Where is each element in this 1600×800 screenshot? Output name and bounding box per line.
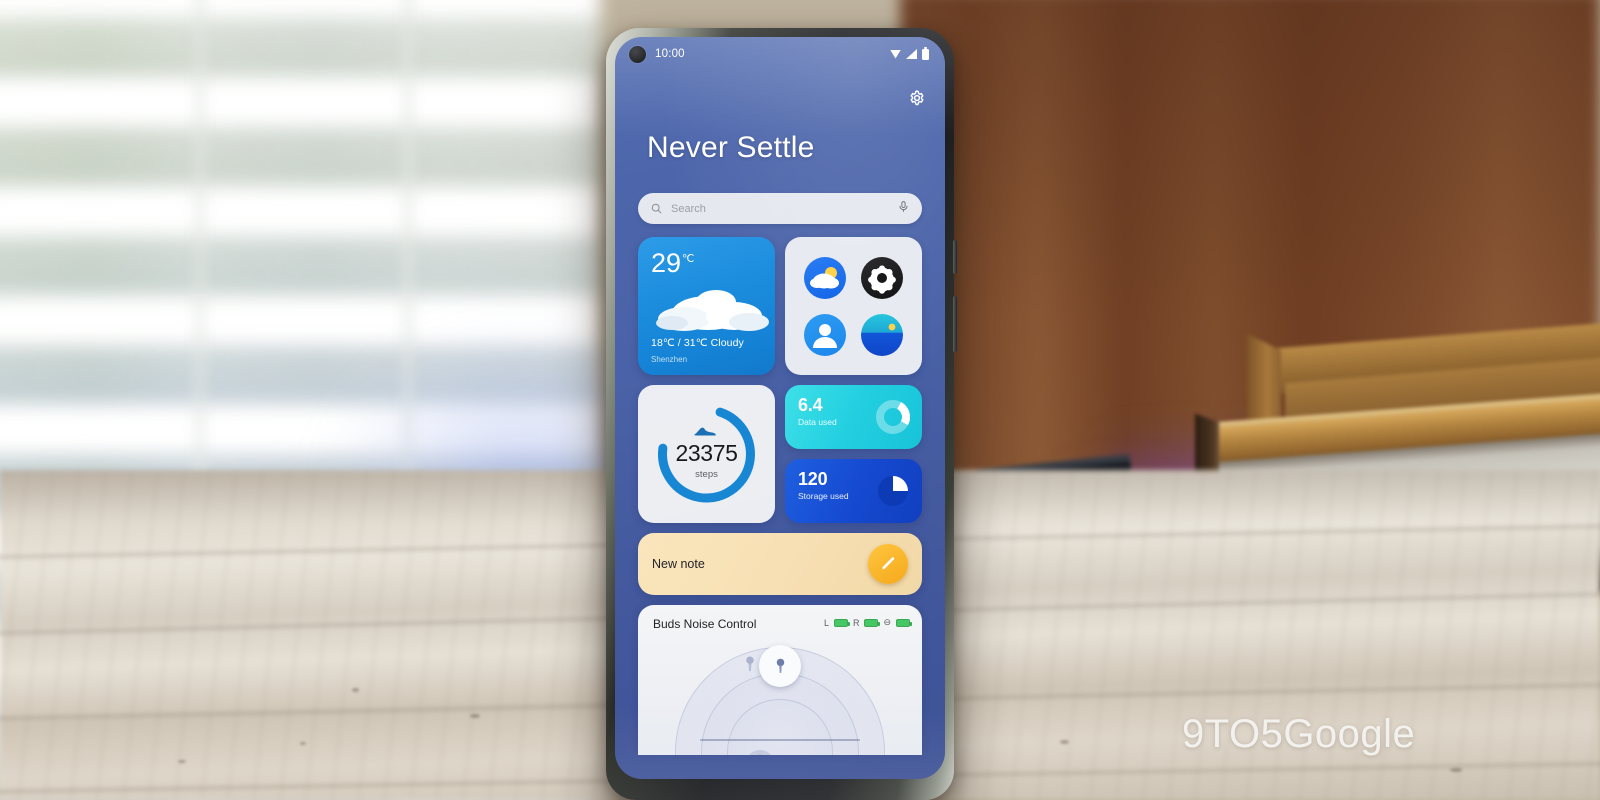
dial-selector-knob[interactable] (759, 645, 801, 687)
steps-count: 23375 (675, 440, 738, 466)
status-clock: 10:00 (655, 48, 685, 60)
buds-left-label: L (823, 617, 829, 628)
settings-app-icon[interactable] (860, 256, 903, 299)
contacts-app-icon[interactable] (804, 313, 847, 356)
widget-row-4: Buds Noise Control L R ⊖ (638, 605, 922, 755)
power-button[interactable] (953, 240, 957, 274)
widget-grid: 29℃ 18℃ / 31℃ Cloudy Shenzhen 23375 step… (638, 237, 922, 765)
table-speck (178, 760, 186, 763)
app-shortcuts-widget (785, 237, 922, 375)
cloud-icon (656, 290, 769, 331)
donut-chart (876, 400, 910, 434)
volume-button[interactable] (953, 296, 957, 352)
steps-label: steps (695, 469, 718, 480)
earbud-glyph-icon (776, 658, 784, 673)
site-watermark: 9TO5Google (1182, 712, 1416, 756)
status-bar: 10:00 (615, 37, 945, 71)
battery-icon (922, 46, 929, 60)
weather-city: Shenzhen (651, 355, 688, 364)
battery-pill-icon (896, 618, 912, 627)
usage-widget-column: 6.4 Data used 120 Storage used (785, 385, 922, 523)
shoe-icon (693, 427, 716, 436)
battery-pill-icon (833, 618, 850, 627)
table-speck (1060, 740, 1069, 744)
widget-row-2: 23375 steps 6.4 Data used 120 Storage us… (638, 385, 922, 523)
search-icon (651, 203, 662, 214)
gallery-app-icon[interactable] (860, 313, 903, 356)
weather-widget[interactable]: 29℃ 18℃ / 31℃ Cloudy Shenzhen (638, 237, 775, 375)
earbuds-image (749, 750, 771, 755)
phone-screen[interactable]: 10:00 Never Settle Search 29℃ 18℃ / 31℃ … (615, 37, 945, 779)
table-speck (470, 714, 480, 718)
table-speck (300, 742, 306, 745)
data-used-widget[interactable]: 6.4 Data used (785, 385, 922, 449)
gear-icon[interactable] (907, 88, 927, 108)
page-title: Never Settle (647, 131, 815, 164)
pencil-icon[interactable] (868, 544, 908, 584)
widget-row-3: New note (638, 533, 922, 595)
storage-used-widget[interactable]: 120 Storage used (785, 459, 922, 523)
microphone-icon[interactable] (897, 200, 910, 218)
table-speck (1450, 768, 1462, 772)
weather-app-icon[interactable] (804, 256, 847, 299)
widget-row-1: 29℃ 18℃ / 31℃ Cloudy Shenzhen (638, 237, 922, 375)
buds-case-label: ⊖ (883, 617, 891, 627)
new-note-widget[interactable]: New note (638, 533, 922, 595)
weather-temperature: 29℃ (651, 250, 694, 277)
buds-widget-title: Buds Noise Control (653, 617, 757, 631)
steps-widget[interactable]: 23375 steps (638, 385, 775, 523)
status-icon-group (890, 46, 929, 60)
buds-noise-control-widget[interactable]: Buds Noise Control L R ⊖ (638, 605, 922, 755)
buds-right-label: R (852, 617, 860, 628)
earbud-marker-icon (746, 656, 754, 672)
signal-icon (906, 49, 917, 59)
new-note-label: New note (652, 557, 705, 571)
wifi-icon (890, 49, 901, 59)
search-input[interactable]: Search (638, 193, 922, 224)
smartphone-device: 10:00 Never Settle Search 29℃ 18℃ / 31℃ … (606, 28, 957, 800)
table-speck (352, 688, 359, 692)
pie-chart (878, 476, 908, 506)
weather-temp-value: 29 (651, 248, 682, 278)
battery-pill-icon (864, 618, 881, 627)
weather-range-condition: 18℃ / 31℃ Cloudy (651, 337, 744, 349)
search-placeholder-text: Search (671, 202, 706, 215)
buds-battery-group: L R ⊖ (823, 617, 912, 628)
buds-level-slider[interactable] (700, 739, 860, 741)
front-camera-punch-hole (629, 45, 646, 63)
weather-temp-unit: ℃ (682, 253, 695, 265)
